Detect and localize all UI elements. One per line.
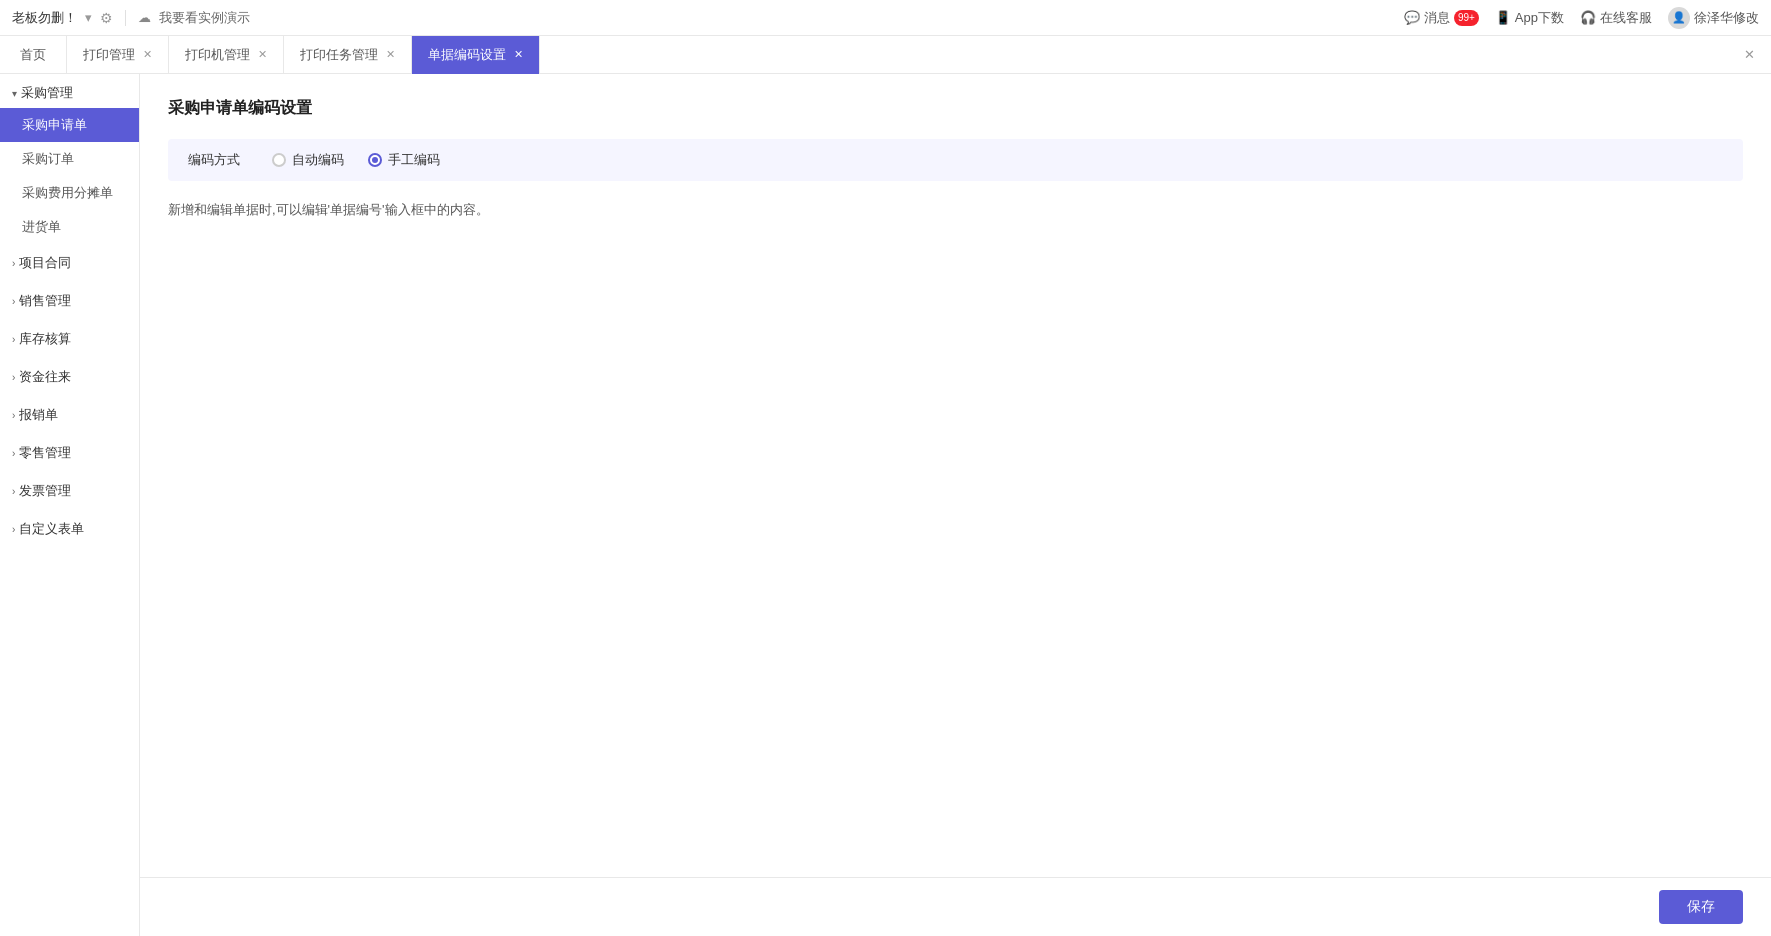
user-name: 徐泽华修改 [1694, 9, 1759, 27]
divider [125, 10, 126, 26]
tab-print-task-mgmt-label: 打印任务管理 [300, 46, 378, 64]
tab-print-mgmt[interactable]: 打印管理 ✕ [67, 36, 169, 74]
sidebar-item-purchase-request-label: 采购申请单 [22, 117, 87, 132]
expand-arrow-icon-3: › [12, 334, 15, 345]
sidebar-group-inventory-calc[interactable]: › 库存核算 [0, 320, 139, 358]
expand-arrow-icon-2: › [12, 296, 15, 307]
expand-arrow-icon-5: › [12, 410, 15, 421]
sidebar-group-purchase: ▾ 采购管理 采购申请单 采购订单 采购费用分摊单 进货单 [0, 74, 139, 244]
tab-close-printer-mgmt[interactable]: ✕ [258, 48, 267, 61]
tab-close-print-mgmt[interactable]: ✕ [143, 48, 152, 61]
sidebar: ▾ 采购管理 采购申请单 采购订单 采购费用分摊单 进货单 › 项目合同 › 销… [0, 74, 140, 936]
demo-link[interactable]: 我要看实例演示 [159, 9, 250, 27]
coding-method-label: 编码方式 [188, 151, 240, 169]
user-profile-button[interactable]: 👤 徐泽华修改 [1668, 7, 1759, 29]
auto-coding-radio-circle [272, 153, 286, 167]
save-button[interactable]: 保存 [1659, 890, 1743, 924]
message-button[interactable]: 💬 消息 99+ [1404, 9, 1479, 27]
gear-icon[interactable]: ⚙ [100, 10, 113, 26]
expand-arrow-icon: › [12, 258, 15, 269]
manual-coding-radio-circle [368, 153, 382, 167]
content-body: 采购申请单编码设置 编码方式 自动编码 手工编码 新增和编辑单据时,可以编辑'单… [140, 74, 1771, 877]
tab-bar-close-button[interactable]: ✕ [1728, 36, 1771, 74]
tab-printer-mgmt[interactable]: 打印机管理 ✕ [169, 36, 284, 74]
sidebar-item-purchase-expense[interactable]: 采购费用分摊单 [0, 176, 139, 210]
sidebar-group-custom-forms[interactable]: › 自定义表单 [0, 510, 139, 548]
tab-printer-mgmt-label: 打印机管理 [185, 46, 250, 64]
description-text: 新增和编辑单据时,可以编辑'单据编号'输入框中的内容。 [168, 201, 1743, 219]
sidebar-item-purchase-order[interactable]: 采购订单 [0, 142, 139, 176]
manual-coding-radio[interactable]: 手工编码 [368, 151, 440, 169]
sidebar-group-invoice-mgmt[interactable]: › 发票管理 [0, 472, 139, 510]
sidebar-item-stock-in[interactable]: 进货单 [0, 210, 139, 244]
content-footer: 保存 [140, 877, 1771, 936]
sidebar-group-project-contract-label: 项目合同 [19, 254, 71, 272]
sidebar-group-returns[interactable]: › 报销单 [0, 396, 139, 434]
coding-radio-group: 自动编码 手工编码 [272, 151, 440, 169]
message-label: 消息 [1424, 9, 1450, 27]
sidebar-group-retail-mgmt[interactable]: › 零售管理 [0, 434, 139, 472]
headset-icon: 🎧 [1580, 10, 1596, 25]
phone-icon: 📱 [1495, 10, 1511, 25]
sidebar-group-invoice-mgmt-label: 发票管理 [19, 482, 71, 500]
manual-coding-label: 手工编码 [388, 151, 440, 169]
top-bar-right: 💬 消息 99+ 📱 App下数 🎧 在线客服 👤 徐泽华修改 [1404, 7, 1759, 29]
collapse-arrow-icon: ▾ [12, 88, 17, 99]
top-bar: 老板勿删！ ▾ ⚙ ☁ 我要看实例演示 💬 消息 99+ 📱 App下数 🎧 在… [0, 0, 1771, 36]
auto-coding-label: 自动编码 [292, 151, 344, 169]
sidebar-item-purchase-order-label: 采购订单 [22, 151, 74, 166]
online-service-button[interactable]: 🎧 在线客服 [1580, 9, 1652, 27]
avatar: 👤 [1668, 7, 1690, 29]
top-bar-left: 老板勿删！ ▾ ⚙ ☁ 我要看实例演示 [12, 9, 250, 27]
expand-arrow-icon-4: › [12, 372, 15, 383]
sidebar-group-purchase-label: 采购管理 [21, 84, 73, 102]
tab-close-print-task-mgmt[interactable]: ✕ [386, 48, 395, 61]
tab-home-label: 首页 [20, 46, 46, 64]
sidebar-group-capital-flow-label: 资金往来 [19, 368, 71, 386]
tab-print-task-mgmt[interactable]: 打印任务管理 ✕ [284, 36, 412, 74]
sidebar-group-project-contract[interactable]: › 项目合同 [0, 244, 139, 282]
coding-method-row: 编码方式 自动编码 手工编码 [168, 139, 1743, 181]
page-title: 采购申请单编码设置 [168, 98, 1743, 119]
dropdown-arrow-icon[interactable]: ▾ [85, 10, 92, 25]
sidebar-group-retail-mgmt-label: 零售管理 [19, 444, 71, 462]
expand-arrow-icon-7: › [12, 486, 15, 497]
auto-coding-radio[interactable]: 自动编码 [272, 151, 344, 169]
sidebar-group-inventory-calc-label: 库存核算 [19, 330, 71, 348]
tab-single-code-label: 单据编码设置 [428, 46, 506, 64]
sidebar-item-purchase-request[interactable]: 采购申请单 [0, 108, 139, 142]
online-service-label: 在线客服 [1600, 9, 1652, 27]
tab-close-single-code[interactable]: ✕ [514, 48, 523, 61]
content-area: 采购申请单编码设置 编码方式 自动编码 手工编码 新增和编辑单据时,可以编辑'单… [140, 74, 1771, 936]
sidebar-group-purchase-header[interactable]: ▾ 采购管理 [0, 74, 139, 108]
message-icon: 💬 [1404, 10, 1420, 25]
sidebar-item-stock-in-label: 进货单 [22, 219, 61, 234]
expand-arrow-icon-6: › [12, 448, 15, 459]
sidebar-group-returns-label: 报销单 [19, 406, 58, 424]
sidebar-group-custom-forms-label: 自定义表单 [19, 520, 84, 538]
sidebar-group-sales-mgmt[interactable]: › 销售管理 [0, 282, 139, 320]
message-badge: 99+ [1454, 10, 1479, 26]
tab-single-code-setting[interactable]: 单据编码设置 ✕ [412, 36, 540, 74]
main-layout: ▾ 采购管理 采购申请单 采购订单 采购费用分摊单 进货单 › 项目合同 › 销… [0, 74, 1771, 936]
tab-bar: 首页 打印管理 ✕ 打印机管理 ✕ 打印任务管理 ✕ 单据编码设置 ✕ ✕ [0, 36, 1771, 74]
app-title: 老板勿删！ [12, 9, 77, 27]
tab-print-mgmt-label: 打印管理 [83, 46, 135, 64]
sidebar-group-capital-flow[interactable]: › 资金往来 [0, 358, 139, 396]
cloud-icon: ☁ [138, 10, 151, 25]
app-download-button[interactable]: 📱 App下数 [1495, 9, 1564, 27]
app-download-label: App下数 [1515, 9, 1564, 27]
sidebar-item-purchase-expense-label: 采购费用分摊单 [22, 185, 113, 200]
expand-arrow-icon-8: › [12, 524, 15, 535]
tab-home[interactable]: 首页 [0, 36, 67, 74]
sidebar-group-sales-mgmt-label: 销售管理 [19, 292, 71, 310]
